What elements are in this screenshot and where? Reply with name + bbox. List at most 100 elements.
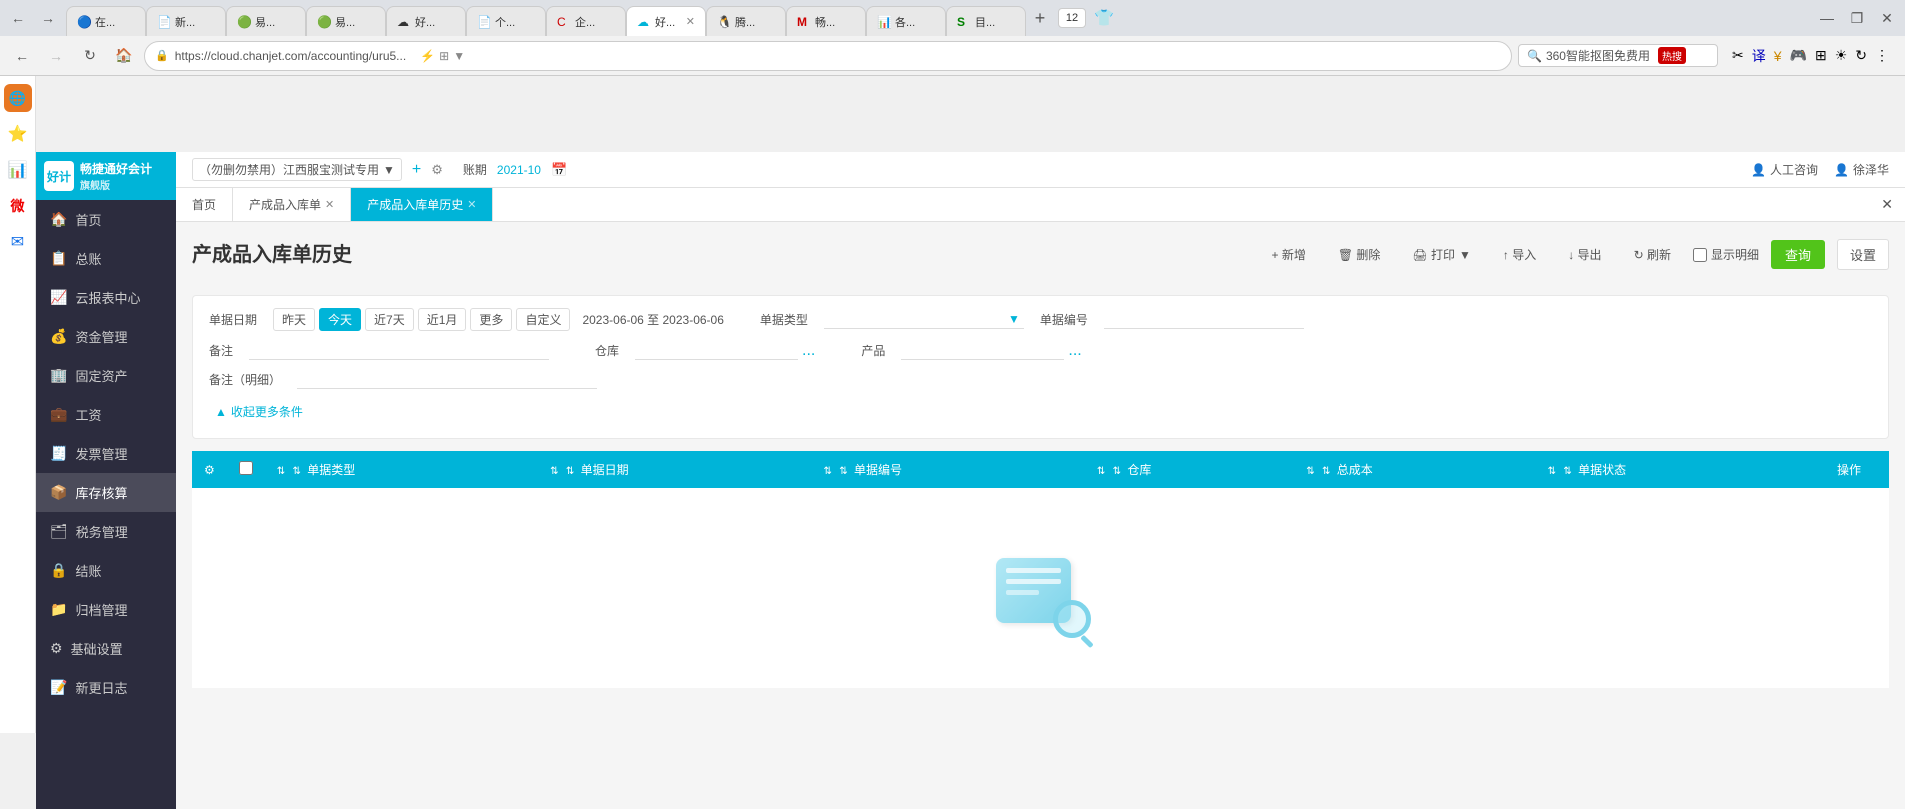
product-dots[interactable]: ... xyxy=(1068,342,1081,360)
tab-history-close[interactable]: ✕ xyxy=(467,198,476,211)
col-voucher-no[interactable]: ⇅ 单据编号 xyxy=(812,451,1085,488)
tab-11[interactable]: 📊 各... xyxy=(866,6,946,36)
nav-refresh[interactable]: ↻ xyxy=(76,42,104,70)
calendar-icon[interactable]: 📅 xyxy=(551,162,567,178)
new-tab-button[interactable]: + xyxy=(1026,4,1054,32)
product-input[interactable] xyxy=(901,341,1064,360)
period-value[interactable]: 2021-10 xyxy=(497,163,541,177)
delete-button[interactable]: 🗑 删除 xyxy=(1328,242,1391,267)
7days-btn[interactable]: 近7天 xyxy=(365,308,414,331)
page-tab-list[interactable]: 产成品入库单 ✕ xyxy=(233,188,351,221)
tab-3[interactable]: 🟢 易... xyxy=(226,6,306,36)
more-btn[interactable]: 更多 xyxy=(470,308,512,331)
warehouse-input[interactable] xyxy=(635,341,798,360)
panel-close-button[interactable]: ✕ xyxy=(1869,188,1905,221)
service-button[interactable]: 👤 人工咨询 xyxy=(1751,161,1818,178)
import-button[interactable]: ↑ 导入 xyxy=(1493,242,1546,267)
print-button[interactable]: 🖨 打印 ▼ xyxy=(1402,242,1480,267)
sidebar-star-icon[interactable]: ⭐ xyxy=(4,120,32,148)
nav-close-accounts[interactable]: 🔒 结账 xyxy=(36,551,176,590)
col-checkbox[interactable] xyxy=(227,451,265,488)
tab-1[interactable]: 🔵 在... xyxy=(66,6,146,36)
yesterday-btn[interactable]: 昨天 xyxy=(273,308,315,331)
tab-5[interactable]: ☁ 好... xyxy=(386,6,466,36)
forward-button[interactable]: → xyxy=(34,4,62,32)
add-company-button[interactable]: + xyxy=(412,161,421,179)
col-voucher-date[interactable]: ⇅ 单据日期 xyxy=(538,451,811,488)
close-window-button[interactable]: ✕ xyxy=(1873,4,1901,32)
select-all-checkbox[interactable] xyxy=(239,461,253,475)
settings-icon[interactable]: ⚙ xyxy=(431,162,443,178)
nav-back[interactable]: ← xyxy=(8,42,36,70)
page-tab-history[interactable]: 产成品入库单历史 ✕ xyxy=(351,188,493,221)
voucher-type-select[interactable]: ▼ xyxy=(824,310,1024,329)
sidebar-weibo-icon[interactable]: 微 xyxy=(4,192,32,220)
export-button[interactable]: ↓ 导出 xyxy=(1558,242,1611,267)
nav-forward[interactable]: → xyxy=(42,42,70,70)
tab-list-close[interactable]: ✕ xyxy=(325,198,334,211)
chevron-down-icon[interactable]: ▼ xyxy=(453,49,465,63)
hot-search-badge[interactable]: 热搜 xyxy=(1658,47,1686,64)
tab-6[interactable]: 📄 个... xyxy=(466,6,546,36)
translate-icon[interactable]: 译 xyxy=(1752,46,1766,66)
collapse-button[interactable]: ▲ 收起更多条件 xyxy=(209,397,1872,426)
nav-funds[interactable]: 💰 资金管理 xyxy=(36,317,176,356)
nav-reports[interactable]: 📈 云报表中心 xyxy=(36,278,176,317)
nav-invoice[interactable]: 🧾 发票管理 xyxy=(36,434,176,473)
nav-home[interactable]: 🏠 首页 xyxy=(36,200,176,239)
scissors-icon[interactable]: ✂ xyxy=(1732,47,1744,64)
grid2-icon[interactable]: ⊞ xyxy=(1815,47,1827,64)
nav-changelog[interactable]: 📝 新更日志 xyxy=(36,668,176,707)
tab-9[interactable]: 🐧 腾... xyxy=(706,6,786,36)
settings-button[interactable]: 设置 xyxy=(1837,239,1889,270)
nav-archive[interactable]: 📁 归档管理 xyxy=(36,590,176,629)
custom-btn[interactable]: 自定义 xyxy=(516,308,570,331)
tab-count[interactable]: 12 xyxy=(1058,8,1086,28)
col-total-cost[interactable]: ⇅ 总成本 xyxy=(1294,451,1535,488)
tab-7[interactable]: C 企... xyxy=(546,6,626,36)
warehouse-dots[interactable]: ... xyxy=(802,342,815,360)
show-details-label[interactable]: 显示明细 xyxy=(1693,246,1759,263)
currency-icon[interactable]: ¥ xyxy=(1774,48,1782,64)
nav-payroll[interactable]: 💼 工资 xyxy=(36,395,176,434)
nav-ledger[interactable]: 📋 总账 xyxy=(36,239,176,278)
add-button[interactable]: + 新增 xyxy=(1261,242,1315,267)
today-btn[interactable]: 今天 xyxy=(319,308,361,331)
more-icon[interactable]: ⋮ xyxy=(1875,47,1889,64)
company-selector[interactable]: （勿删勿禁用）江西服宝测试专用 ▼ xyxy=(192,158,402,181)
voucher-no-input[interactable] xyxy=(1104,310,1304,329)
show-details-checkbox[interactable] xyxy=(1693,248,1707,262)
nav-settings[interactable]: ⚙ 基础设置 xyxy=(36,629,176,668)
sidebar-browser-icon[interactable]: 🌐 xyxy=(4,84,32,112)
remarks-input[interactable] xyxy=(249,341,549,360)
maximize-button[interactable]: ❐ xyxy=(1843,4,1871,32)
url-bar[interactable]: 🔒 https://cloud.chanjet.com/accounting/u… xyxy=(144,41,1512,71)
sun-icon[interactable]: ☀ xyxy=(1835,47,1848,64)
search-box[interactable]: 🔍 360智能抠图免费用 热搜 xyxy=(1518,44,1718,67)
tab-2[interactable]: 📄 新... xyxy=(146,6,226,36)
col-settings[interactable]: ⚙ xyxy=(192,451,227,488)
col-voucher-status[interactable]: ⇅ 单据状态 xyxy=(1536,451,1809,488)
nav-assets[interactable]: 🏢 固定资产 xyxy=(36,356,176,395)
breadcrumb-home[interactable]: 首页 xyxy=(176,188,233,221)
remarks2-input[interactable] xyxy=(297,370,597,389)
back-button[interactable]: ← xyxy=(4,4,32,32)
col-voucher-type[interactable]: ⇅ 单据类型 xyxy=(265,451,538,488)
tab-10[interactable]: M 畅... xyxy=(786,6,866,36)
tab-4[interactable]: 🟢 易... xyxy=(306,6,386,36)
nav-inventory[interactable]: 📦 库存核算 xyxy=(36,473,176,512)
sidebar-mail-icon[interactable]: ✉ xyxy=(4,228,32,256)
refresh-button[interactable]: ↻ 刷新 xyxy=(1624,242,1681,267)
tab-8[interactable]: ☁ 好... ✕ xyxy=(626,6,706,36)
tab-8-close[interactable]: ✕ xyxy=(686,15,695,28)
query-button[interactable]: 查询 xyxy=(1771,240,1825,269)
col-warehouse[interactable]: ⇅ 仓库 xyxy=(1085,451,1294,488)
tab-12[interactable]: S 目... xyxy=(946,6,1026,36)
minimize-button[interactable]: — xyxy=(1813,4,1841,32)
sidebar-chart-icon[interactable]: 📊 xyxy=(4,156,32,184)
game-icon[interactable]: 🎮 xyxy=(1790,47,1807,64)
nav-tax[interactable]: 🗂 税务管理 xyxy=(36,512,176,551)
user-info[interactable]: 👤 徐泽华 xyxy=(1834,161,1889,178)
nav-home[interactable]: 🏠 xyxy=(110,42,138,70)
1month-btn[interactable]: 近1月 xyxy=(418,308,467,331)
